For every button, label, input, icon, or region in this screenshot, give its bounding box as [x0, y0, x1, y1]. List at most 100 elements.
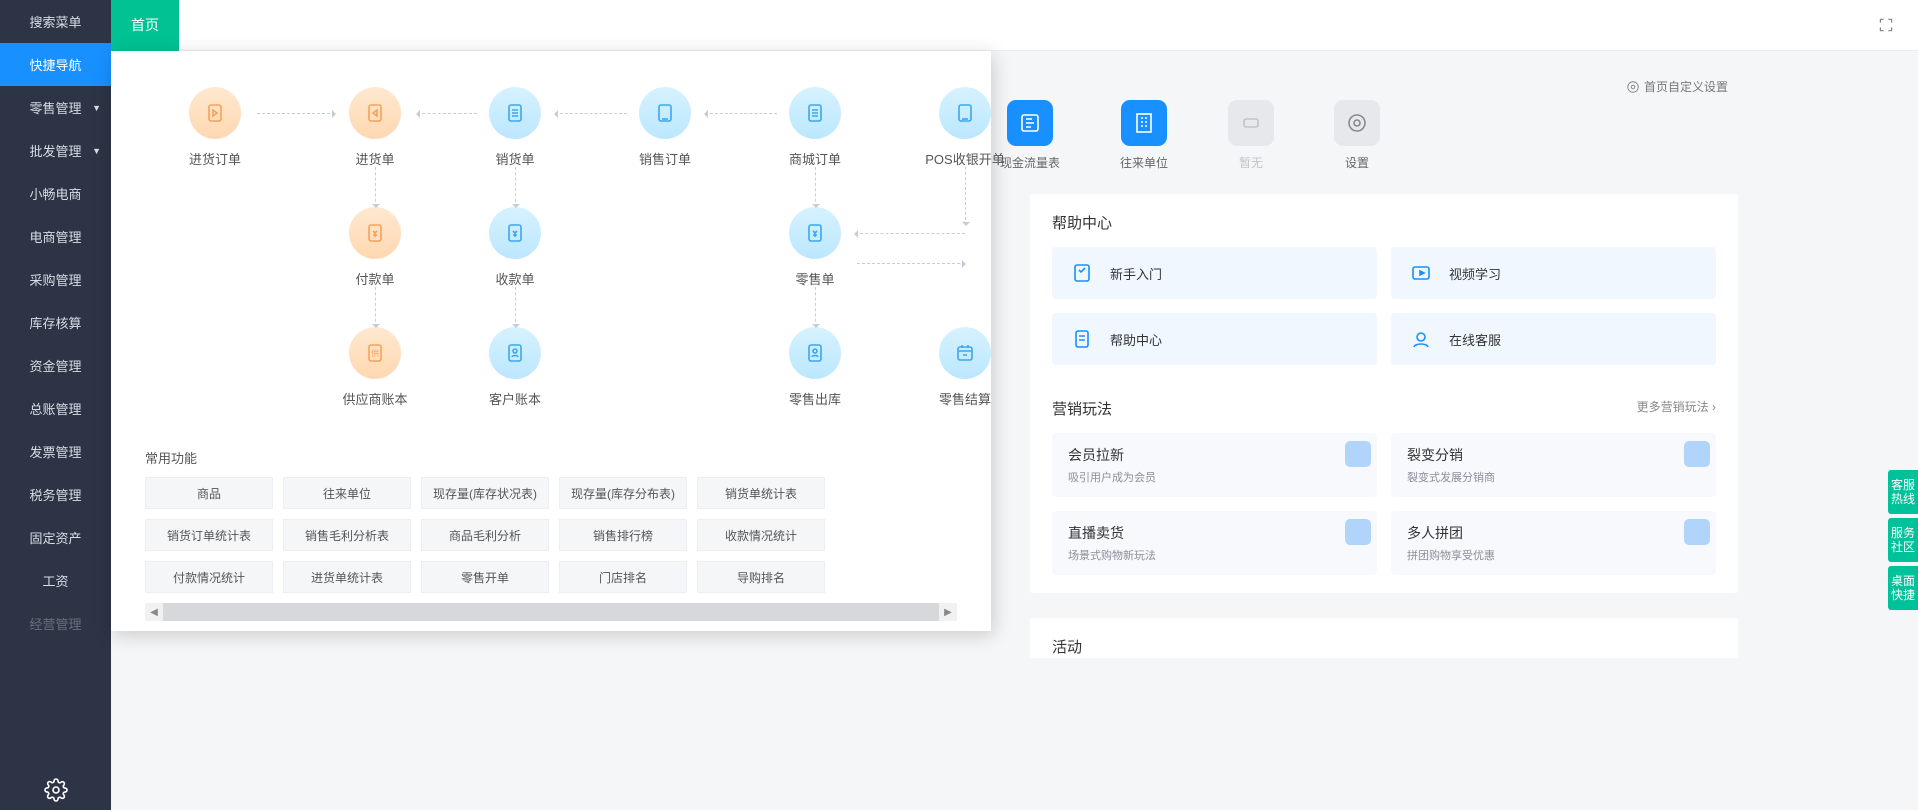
flow-node-khzb[interactable]: 客户账本 [475, 327, 555, 408]
qtile-label: 设置 [1345, 154, 1369, 171]
scrollbar-thumb[interactable] [163, 603, 939, 621]
common-btn-2[interactable]: 现存量(库存状况表) [421, 477, 549, 509]
gear-icon [1626, 80, 1640, 94]
flow-node-xhd[interactable]: 销货单 [475, 87, 555, 168]
common-btn-0[interactable]: 商品 [145, 477, 273, 509]
flow-circle-icon: 供 [349, 327, 401, 379]
flow-node-fkd[interactable]: 付款单 [335, 207, 415, 288]
common-btn-8[interactable]: 销售排行榜 [559, 519, 687, 551]
common-btn-12[interactable]: 零售开单 [421, 561, 549, 593]
common-btn-1[interactable]: 往来单位 [283, 477, 411, 509]
nav-label: 固定资产 [29, 528, 81, 547]
promo-card-group[interactable]: 多人拼团拼团购物享受优惠 [1391, 511, 1716, 575]
side-tag-label: 客服热线 [1888, 478, 1918, 506]
side-tag-community[interactable]: 服务社区 [1888, 518, 1918, 562]
common-btn-5[interactable]: 销货订单统计表 [145, 519, 273, 551]
nav-label: 税务管理 [29, 485, 81, 504]
qtile-contacts[interactable]: 往来单位 [1120, 100, 1168, 171]
nav-label: 快捷导航 [29, 55, 81, 74]
common-btn-10[interactable]: 付款情况统计 [145, 561, 273, 593]
common-btn-9[interactable]: 收款情况统计 [697, 519, 825, 551]
nav-label: 电商管理 [29, 227, 81, 246]
sidebar-item-retail[interactable]: 零售管理▼ [0, 86, 111, 129]
flow-node-jhdd[interactable]: 进货订单 [175, 87, 255, 168]
common-btn-4[interactable]: 销货单统计表 [697, 477, 825, 509]
promo-accent-icon [1684, 519, 1710, 545]
side-tag-desktop[interactable]: 桌面快捷 [1888, 566, 1918, 610]
sidebar-item-ecom[interactable]: 电商管理 [0, 215, 111, 258]
common-btn-14[interactable]: 导购排名 [697, 561, 825, 593]
help-panel: 帮助中心 新手入门 视频学习 帮助中心 在线客服 [1030, 194, 1738, 383]
topbar-right [1874, 13, 1918, 37]
fullscreen-button[interactable] [1874, 13, 1898, 37]
sidebar-item-funds[interactable]: 资金管理 [0, 344, 111, 387]
sidebar-item-purchase[interactable]: 采购管理 [0, 258, 111, 301]
promo-card-title: 裂变分销 [1407, 445, 1700, 465]
flow-node-gyszb[interactable]: 供供应商账本 [335, 327, 415, 408]
flow-node-jhd[interactable]: 进货单 [335, 87, 415, 168]
sidebar-item-assets[interactable]: 固定资产 [0, 516, 111, 559]
flow-label: 客户账本 [489, 389, 541, 408]
common-btn-3[interactable]: 现存量(库存分布表) [559, 477, 687, 509]
sidebar-item-tax[interactable]: 税务管理 [0, 473, 111, 516]
sidebar-item-wholesale[interactable]: 批发管理▼ [0, 129, 111, 172]
help-center[interactable]: 帮助中心 [1052, 313, 1377, 365]
common-btn-11[interactable]: 进货单统计表 [283, 561, 411, 593]
flow-arrow [515, 167, 516, 207]
promo-title: 营销玩法 [1052, 398, 1716, 419]
flow-node-pos[interactable]: POS收银开单 [925, 87, 1005, 168]
flow-circle-icon [489, 207, 541, 259]
qtile-settings[interactable]: 设置 [1334, 100, 1380, 171]
sidebar-item-quicknav[interactable]: 快捷导航 [0, 43, 111, 86]
flow-node-scdd[interactable]: 商城订单 [775, 87, 855, 168]
common-btn-6[interactable]: 销售毛利分析表 [283, 519, 411, 551]
flow-node-lsjs[interactable]: 零售结算 [925, 327, 1005, 408]
qtile-empty[interactable]: 暂无 [1228, 100, 1274, 171]
sidebar: 搜索菜单 快捷导航 零售管理▼ 批发管理▼ 小畅电商 电商管理 采购管理 库存核… [0, 0, 111, 810]
promo-card-fission[interactable]: 裂变分销裂变式发展分销商 [1391, 433, 1716, 497]
promo-card-live[interactable]: 直播卖货场景式购物新玩法 [1052, 511, 1377, 575]
sidebar-item-inventory[interactable]: 库存核算 [0, 301, 111, 344]
sidebar-item-xiaochang[interactable]: 小畅电商 [0, 172, 111, 215]
qtile-cashflow[interactable]: 现金流量表 [1000, 100, 1060, 171]
qtile-label: 往来单位 [1120, 154, 1168, 171]
promo-more-link[interactable]: 更多营销玩法 › [1637, 398, 1716, 415]
promo-card-member[interactable]: 会员拉新吸引用户成为会员 [1052, 433, 1377, 497]
flow-arrow [257, 113, 335, 114]
qtile-label: 现金流量表 [1000, 154, 1060, 171]
headset-icon [1407, 325, 1435, 353]
homepage-custom-settings[interactable]: 首页自定义设置 [1626, 78, 1728, 95]
sidebar-item-search[interactable]: 搜索菜单 [0, 0, 111, 43]
sidebar-item-salary[interactable]: 工资 [0, 559, 111, 602]
help-video[interactable]: 视频学习 [1391, 247, 1716, 299]
common-grid: 商品往来单位现存量(库存状况表)现存量(库存分布表)销货单统计表销货订单统计表销… [145, 477, 957, 593]
flow-node-lsd[interactable]: 零售单 [775, 207, 855, 288]
common-btn-7[interactable]: 商品毛利分析 [421, 519, 549, 551]
flow-circle-icon [789, 207, 841, 259]
tab-home[interactable]: 首页 [111, 0, 179, 51]
scroll-left-button[interactable]: ◀ [145, 603, 163, 621]
flow-arrow [857, 263, 965, 264]
sidebar-item-invoice[interactable]: 发票管理 [0, 430, 111, 473]
sidebar-item-operation[interactable]: 经营管理 [0, 602, 111, 645]
horizontal-scrollbar[interactable]: ◀ ▶ [145, 603, 957, 621]
nav-label: 小畅电商 [29, 184, 81, 203]
promo-card-title: 会员拉新 [1068, 445, 1361, 465]
nav-label: 批发管理 [29, 141, 81, 160]
nav-label: 采购管理 [29, 270, 81, 289]
nav-label: 零售管理 [29, 98, 81, 117]
placeholder-icon [1228, 100, 1274, 146]
flow-node-xsdd[interactable]: 销售订单 [625, 87, 705, 168]
scroll-right-button[interactable]: ▶ [939, 603, 957, 621]
flow-arrow [815, 167, 816, 207]
flow-node-lsck[interactable]: 零售出库 [775, 327, 855, 408]
common-btn-13[interactable]: 门店排名 [559, 561, 687, 593]
sidebar-item-ledger[interactable]: 总账管理 [0, 387, 111, 430]
side-tag-hotline[interactable]: 客服热线 [1888, 470, 1918, 514]
help-newbie[interactable]: 新手入门 [1052, 247, 1377, 299]
flow-node-skd[interactable]: 收款单 [475, 207, 555, 288]
help-support[interactable]: 在线客服 [1391, 313, 1716, 365]
sidebar-settings[interactable] [0, 770, 111, 810]
flow-circle-icon [349, 207, 401, 259]
flow-circle-icon [639, 87, 691, 139]
